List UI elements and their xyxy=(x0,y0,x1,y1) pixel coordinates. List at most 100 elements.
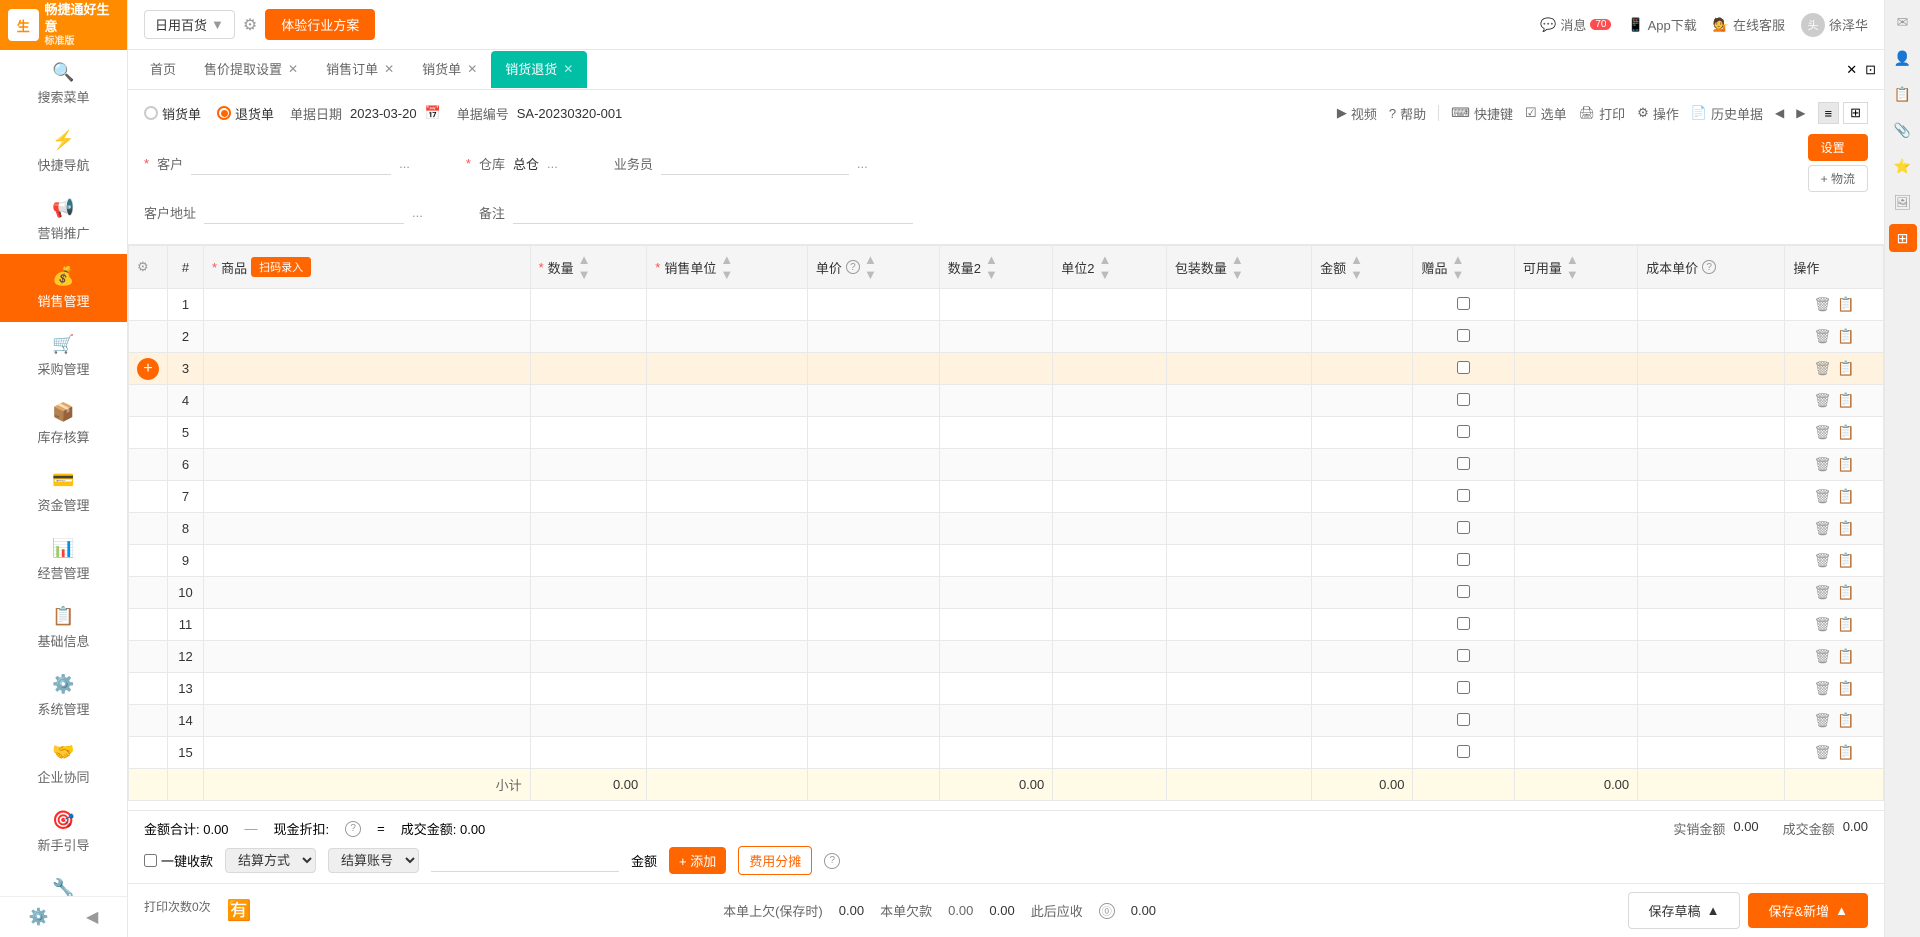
copy-row-icon[interactable]: 📋 xyxy=(1837,712,1854,729)
row-pack-cell[interactable] xyxy=(1166,321,1311,353)
copy-row-icon[interactable]: 📋 xyxy=(1837,392,1854,409)
row-product-cell[interactable] xyxy=(204,577,531,609)
row-amount-cell[interactable] xyxy=(1312,577,1413,609)
gift-checkbox[interactable] xyxy=(1457,457,1470,470)
row-pack-cell[interactable] xyxy=(1166,705,1311,737)
row-cost-cell[interactable] xyxy=(1638,417,1785,449)
row-gift-cell[interactable] xyxy=(1413,417,1514,449)
row-amount-cell[interactable] xyxy=(1312,321,1413,353)
row-qty2-cell[interactable] xyxy=(939,449,1053,481)
gift-checkbox[interactable] xyxy=(1457,329,1470,342)
unit2-sort-icon[interactable]: ▲▼ xyxy=(1099,252,1112,282)
select-btn[interactable]: ☑ 选单 xyxy=(1525,104,1567,123)
row-qty2-cell[interactable] xyxy=(939,417,1053,449)
row-qty-cell[interactable] xyxy=(530,673,647,705)
sidebar-item-marketing[interactable]: 📢 营销推广 xyxy=(0,186,127,254)
cost-info-icon[interactable]: ? xyxy=(1702,260,1716,274)
row-gift-cell[interactable] xyxy=(1413,385,1514,417)
qty-sort-icon[interactable]: ▲▼ xyxy=(578,252,591,282)
row-cost-cell[interactable] xyxy=(1638,289,1785,321)
row-cost-cell[interactable] xyxy=(1638,353,1785,385)
row-qty-cell[interactable] xyxy=(530,385,647,417)
add-logistics-btn[interactable]: + 物流 xyxy=(1808,165,1868,192)
row-available-cell[interactable] xyxy=(1514,705,1637,737)
gift-checkbox[interactable] xyxy=(1457,713,1470,726)
row-cost-cell[interactable] xyxy=(1638,449,1785,481)
gear-col-icon[interactable]: ⚙ xyxy=(137,259,149,274)
delete-row-icon[interactable]: 🗑 xyxy=(1814,648,1832,665)
row-unit2-cell[interactable] xyxy=(1053,513,1167,545)
delete-row-icon[interactable]: 🗑 xyxy=(1814,392,1832,409)
app-download-btn[interactable]: 📱 App下载 xyxy=(1627,15,1696,34)
row-unit-cell[interactable] xyxy=(647,321,808,353)
right-panel-doc-icon[interactable]: 📋 xyxy=(1889,80,1917,108)
row-pack-cell[interactable] xyxy=(1166,737,1311,769)
copy-row-icon[interactable]: 📋 xyxy=(1837,616,1854,633)
row-product-cell[interactable] xyxy=(204,385,531,417)
print-btn[interactable]: 🖨 打印 xyxy=(1579,104,1626,123)
row-price-cell[interactable] xyxy=(807,481,939,513)
row-pack-cell[interactable] xyxy=(1166,577,1311,609)
online-service-btn[interactable]: 💁 在线客服 xyxy=(1713,15,1785,34)
row-qty-cell[interactable] xyxy=(530,417,647,449)
price-sort-icon[interactable]: ▲▼ xyxy=(864,252,877,282)
salesperson-dots[interactable]: ... xyxy=(857,156,868,171)
row-available-cell[interactable] xyxy=(1514,673,1637,705)
delete-row-icon[interactable]: 🗑 xyxy=(1814,520,1832,537)
right-panel-image-icon[interactable]: 🖼 xyxy=(1889,188,1917,216)
row-unit2-cell[interactable] xyxy=(1053,737,1167,769)
row-amount-cell[interactable] xyxy=(1312,673,1413,705)
row-qty-cell[interactable] xyxy=(530,641,647,673)
scan-btn[interactable]: 扫码录入 xyxy=(251,257,311,277)
row-gift-cell[interactable] xyxy=(1413,609,1514,641)
gift-checkbox[interactable] xyxy=(1457,361,1470,374)
row-price-cell[interactable] xyxy=(807,609,939,641)
gift-checkbox[interactable] xyxy=(1457,585,1470,598)
right-panel-active-icon[interactable]: ⊞ xyxy=(1889,224,1917,252)
tab-sales-order[interactable]: 销售订单 ✕ xyxy=(312,51,408,88)
salesperson-input[interactable] xyxy=(661,151,849,175)
delete-row-icon[interactable]: 🗑 xyxy=(1814,680,1832,697)
row-available-cell[interactable] xyxy=(1514,577,1637,609)
delete-row-icon[interactable]: 🗑 xyxy=(1814,456,1832,473)
row-unit2-cell[interactable] xyxy=(1053,385,1167,417)
gift-checkbox[interactable] xyxy=(1457,425,1470,438)
address-dots[interactable]: ... xyxy=(412,205,423,220)
row-qty2-cell[interactable] xyxy=(939,737,1053,769)
row-gift-cell[interactable] xyxy=(1413,641,1514,673)
delete-row-icon[interactable]: 🗑 xyxy=(1814,360,1832,377)
row-available-cell[interactable] xyxy=(1514,609,1637,641)
row-unit2-cell[interactable] xyxy=(1053,705,1167,737)
row-qty2-cell[interactable] xyxy=(939,705,1053,737)
industry-selector[interactable]: 日用百货 ▼ xyxy=(144,10,235,39)
product-input[interactable] xyxy=(212,489,522,504)
row-unit-cell[interactable] xyxy=(647,545,808,577)
row-gift-cell[interactable] xyxy=(1413,737,1514,769)
row-available-cell[interactable] xyxy=(1514,737,1637,769)
row-qty-cell[interactable] xyxy=(530,609,647,641)
row-amount-cell[interactable] xyxy=(1312,385,1413,417)
product-input[interactable] xyxy=(212,745,522,760)
gift-checkbox[interactable] xyxy=(1457,681,1470,694)
row-gift-cell[interactable] xyxy=(1413,705,1514,737)
row-unit-cell[interactable] xyxy=(647,673,808,705)
add-row-btn[interactable]: + xyxy=(137,358,159,380)
row-product-cell[interactable] xyxy=(204,353,531,385)
row-qty-cell[interactable] xyxy=(530,353,647,385)
copy-row-icon[interactable]: 📋 xyxy=(1837,296,1854,313)
copy-row-icon[interactable]: 📋 xyxy=(1837,520,1854,537)
row-pack-cell[interactable] xyxy=(1166,353,1311,385)
save-new-btn[interactable]: 保存&新增 ▲ xyxy=(1748,893,1868,928)
message-btn[interactable]: 💬 消息 70 xyxy=(1540,15,1611,34)
experience-btn[interactable]: 体验行业方案 xyxy=(265,9,375,40)
row-gift-cell[interactable] xyxy=(1413,353,1514,385)
gift-checkbox[interactable] xyxy=(1457,393,1470,406)
row-price-cell[interactable] xyxy=(807,705,939,737)
delete-row-icon[interactable]: 🗑 xyxy=(1814,712,1832,729)
row-amount-cell[interactable] xyxy=(1312,705,1413,737)
fee-info-icon[interactable]: ? xyxy=(824,853,840,869)
copy-row-icon[interactable]: 📋 xyxy=(1837,328,1854,345)
row-available-cell[interactable] xyxy=(1514,513,1637,545)
row-amount-cell[interactable] xyxy=(1312,481,1413,513)
product-input[interactable] xyxy=(212,425,522,440)
